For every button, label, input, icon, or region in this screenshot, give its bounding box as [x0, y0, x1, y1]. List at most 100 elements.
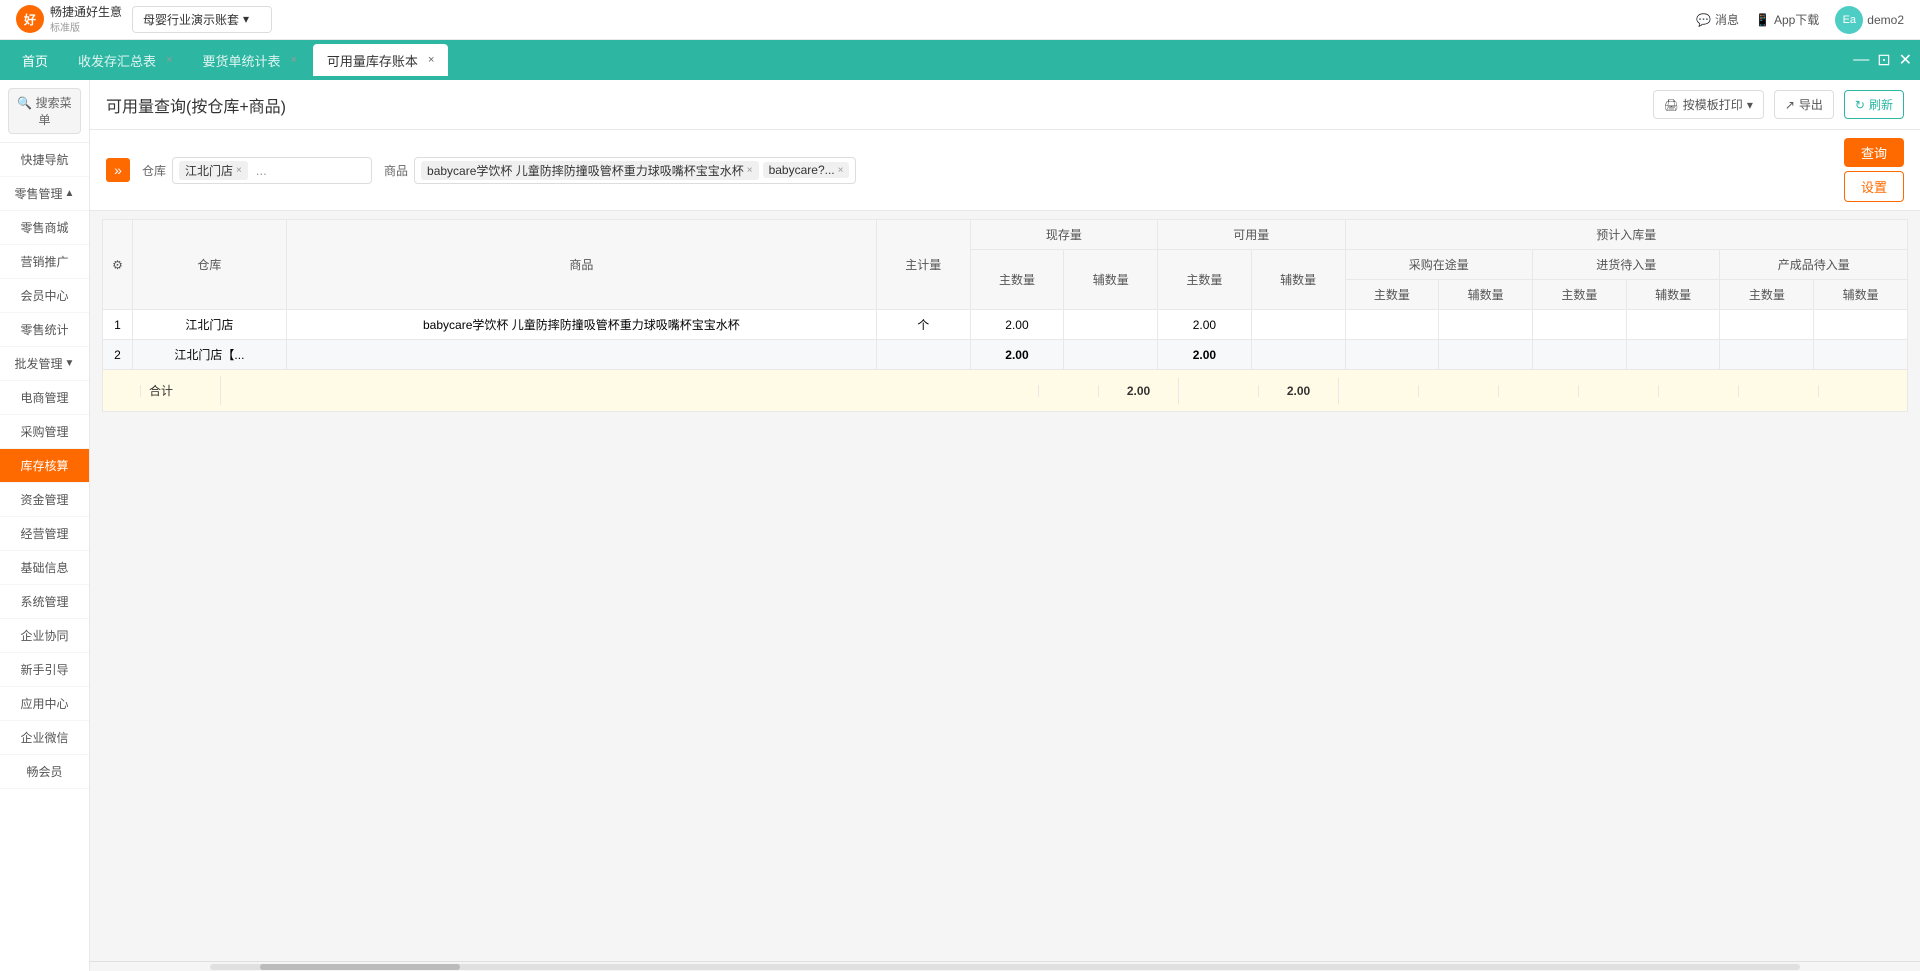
unit-col-header: 主计量	[876, 220, 970, 310]
sidebar-item-retail-stats[interactable]: 零售统计	[0, 313, 89, 347]
search-icon: 🔍	[17, 96, 32, 110]
row1-available-aux	[1251, 310, 1345, 340]
search-menu-button[interactable]: 🔍 搜索菜单	[8, 88, 81, 134]
incoming-header: 进货待入量	[1533, 250, 1720, 280]
sidebar-item-wechat[interactable]: 企业微信	[0, 721, 89, 755]
sidebar-item-retail-mgmt[interactable]: 零售管理 ▲	[0, 177, 89, 211]
available-main-header: 主数量	[1158, 250, 1252, 310]
vip-label: 畅会员	[26, 765, 62, 779]
row1-finished-main	[1720, 310, 1814, 340]
page-title: 可用量查询(按仓库+商品)	[106, 93, 286, 117]
row1-available-main: 2.00	[1158, 310, 1252, 340]
product-tag-container[interactable]: babycare学饮杯 儿童防摔防撞吸管杯重力球吸嘴杯宝宝水杯 × babyca…	[414, 157, 856, 184]
footer-current-main: 2.00	[1099, 378, 1179, 404]
refresh-icon: ↻	[1855, 98, 1865, 112]
message-action[interactable]: 💬 消息	[1696, 11, 1739, 28]
members-label: 会员中心	[20, 289, 68, 303]
sidebar-item-finance[interactable]: 资金管理	[0, 483, 89, 517]
sidebar-item-ops[interactable]: 经营管理	[0, 517, 89, 551]
app-download-label: App下载	[1774, 11, 1819, 28]
sidebar-item-app-center[interactable]: 应用中心	[0, 687, 89, 721]
close-window-icon[interactable]: ✕	[1899, 50, 1912, 70]
sidebar-item-enterprise[interactable]: 企业协同	[0, 619, 89, 653]
sidebar-item-newbie[interactable]: 新手引导	[0, 653, 89, 687]
app-center-label: 应用中心	[20, 697, 68, 711]
table-container: ⚙ 仓库 商品 主计量 现存量 可用量 预计入库量 主数量 辅数量 主数量 辅数…	[90, 211, 1920, 961]
incoming-aux-header: 辅数量	[1626, 280, 1720, 310]
sidebar-quick-nav[interactable]: 快捷导航	[0, 143, 89, 177]
tab-order-stats[interactable]: 要货单统计表 ×	[188, 44, 310, 76]
tab-inventory-book[interactable]: 可用量库存账本 ×	[313, 44, 448, 76]
refresh-label: 刷新	[1869, 96, 1893, 113]
order-stats-close-icon[interactable]: ×	[290, 54, 296, 66]
row1-purchase-transit-main	[1345, 310, 1439, 340]
user-profile[interactable]: Ea demo2	[1835, 6, 1904, 34]
income-expense-close-icon[interactable]: ×	[166, 54, 172, 66]
industry-selector[interactable]: 母婴行业演示账套 ▾	[132, 6, 272, 33]
retail-stats-label: 零售统计	[20, 323, 68, 337]
warehouse-tag-container[interactable]: 江北门店 × ...	[172, 157, 372, 184]
wholesale-label: 批发管理	[15, 355, 63, 372]
export-icon: ↗	[1785, 98, 1795, 112]
warehouse-tag-text: 江北门店	[185, 162, 233, 179]
inventory-book-close-icon[interactable]: ×	[428, 54, 434, 66]
scrollbar-thumb[interactable]	[260, 964, 460, 970]
message-icon: 💬	[1696, 13, 1711, 27]
inventory-book-label: 可用量库存账本	[327, 51, 418, 70]
app-download-action[interactable]: 📱 App下载	[1755, 11, 1819, 28]
sidebar-item-marketing[interactable]: 营销推广	[0, 245, 89, 279]
incoming-main-header: 主数量	[1533, 280, 1627, 310]
main-layout: 🔍 搜索菜单 快捷导航 零售管理 ▲ 零售商城 营销推广 会员中心 零售统计 批…	[0, 80, 1920, 971]
query-button[interactable]: 查询	[1844, 138, 1904, 167]
sidebar-item-inventory[interactable]: 库存核算	[0, 449, 89, 483]
product-tag-remove-2-icon[interactable]: ×	[838, 165, 844, 176]
sidebar-item-ecommerce[interactable]: 电商管理	[0, 381, 89, 415]
table-footer: 合计 2.00 2.00	[102, 370, 1908, 412]
sidebar-item-retail-shop[interactable]: 零售商城	[0, 211, 89, 245]
available-aux-header: 辅数量	[1251, 250, 1345, 310]
sidebar-item-basics[interactable]: 基础信息	[0, 551, 89, 585]
product-col-header: 商品	[286, 220, 876, 310]
warehouse-tag-remove-icon[interactable]: ×	[236, 165, 242, 176]
export-button[interactable]: ↗ 导出	[1774, 90, 1834, 119]
sidebar-item-vip[interactable]: 畅会员	[0, 755, 89, 789]
filter-row: » 仓库 江北门店 × ... 商品 babycare学饮杯 儿童防摔防撞吸管杯…	[90, 130, 1920, 211]
top-bar-left: 好 畅捷通好生意 标准版 母婴行业演示账套 ▾	[16, 5, 272, 34]
sidebar-item-members[interactable]: 会员中心	[0, 279, 89, 313]
warehouse-col-header: 仓库	[133, 220, 287, 310]
tab-home[interactable]: 首页	[8, 44, 62, 76]
current-stock-header: 现存量	[970, 220, 1157, 250]
nav-right-actions: — ⊡ ✕	[1853, 50, 1912, 70]
product-filter-group: 商品 babycare学饮杯 儿童防摔防撞吸管杯重力球吸嘴杯宝宝水杯 × bab…	[384, 157, 856, 184]
row1-product: babycare学饮杯 儿童防摔防撞吸管杯重力球吸嘴杯宝宝水杯	[286, 310, 876, 340]
print-icon: 🖨	[1664, 98, 1679, 112]
purchase-transit-header: 采购在途量	[1345, 250, 1532, 280]
content-area: 可用量查询(按仓库+商品) 🖨 按模板打印 ▾ ↗ 导出 ↻ 刷新 »	[90, 80, 1920, 971]
sidebar-item-system[interactable]: 系统管理	[0, 585, 89, 619]
top-bar-right: 💬 消息 📱 App下载 Ea demo2	[1696, 6, 1904, 34]
product-tag-remove-1-icon[interactable]: ×	[747, 165, 753, 176]
row1-warehouse: 江北门店	[133, 310, 287, 340]
settings-col-header[interactable]: ⚙	[103, 220, 133, 310]
row2-purchase-transit-main	[1345, 340, 1439, 370]
refresh-button[interactable]: ↻ 刷新	[1844, 90, 1904, 119]
finished-aux-header: 辅数量	[1814, 280, 1908, 310]
message-label: 消息	[1715, 11, 1739, 28]
sidebar-item-purchase-mgmt[interactable]: 采购管理	[0, 415, 89, 449]
warehouse-filter-group: 仓库 江北门店 × ...	[142, 157, 372, 184]
settings-button[interactable]: 设置	[1844, 171, 1904, 202]
warehouse-more-icon[interactable]: ...	[252, 163, 271, 178]
sidebar: 🔍 搜索菜单 快捷导航 零售管理 ▲ 零售商城 营销推广 会员中心 零售统计 批…	[0, 80, 90, 971]
minimize-icon[interactable]: —	[1853, 51, 1869, 69]
current-main-header: 主数量	[970, 250, 1064, 310]
tab-income-expense[interactable]: 收发存汇总表 ×	[64, 44, 186, 76]
sidebar-item-wholesale-mgmt[interactable]: 批发管理 ▼	[0, 347, 89, 381]
logo-text-group: 畅捷通好生意 标准版	[50, 5, 122, 34]
maximize-icon[interactable]: ⊡	[1877, 50, 1890, 70]
logo-sub: 标准版	[50, 19, 122, 34]
home-tab-label: 首页	[22, 51, 48, 70]
horizontal-scrollbar[interactable]	[90, 961, 1920, 971]
page-actions: 🖨 按模板打印 ▾ ↗ 导出 ↻ 刷新	[1653, 90, 1904, 119]
expand-button[interactable]: »	[106, 158, 130, 182]
template-print-button[interactable]: 🖨 按模板打印 ▾	[1653, 90, 1764, 119]
